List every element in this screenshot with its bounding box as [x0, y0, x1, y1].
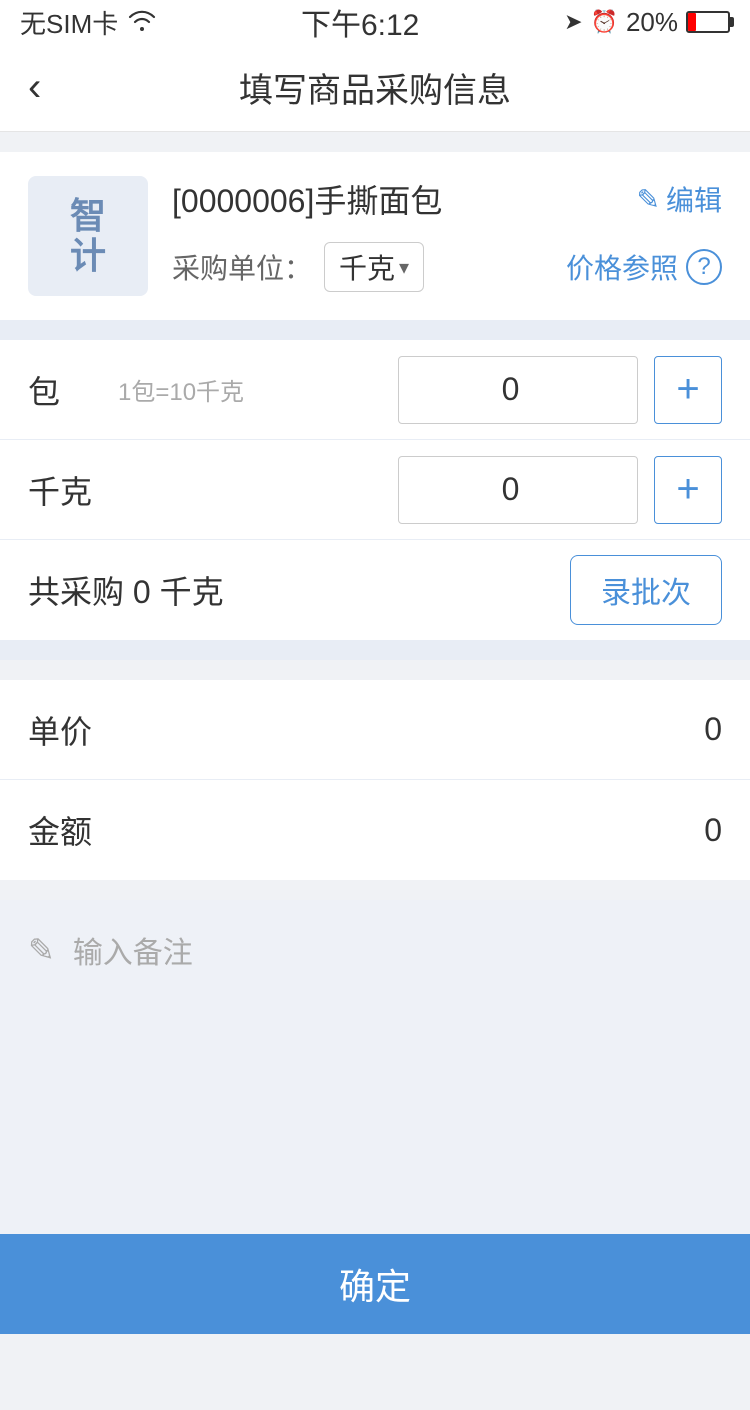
- nav-bar: ‹ 填写商品采购信息: [0, 44, 750, 132]
- bag-quantity-input[interactable]: [398, 356, 638, 424]
- unit-dropdown-arrow: ▾: [399, 255, 409, 280]
- kg-quantity-row: 千克 +: [0, 440, 750, 540]
- bag-label: 包: [28, 367, 108, 413]
- unit-selector[interactable]: 千克 ▾: [324, 242, 424, 292]
- product-name: [0000006]手撕面包: [172, 176, 442, 222]
- bag-input-controls: +: [398, 356, 722, 424]
- page-title: 填写商品采购信息: [239, 63, 511, 112]
- batch-button[interactable]: 录批次: [570, 555, 722, 625]
- unit-price-value: 0: [704, 711, 722, 748]
- kg-plus-button[interactable]: +: [654, 456, 722, 524]
- bag-sublabel: 1包=10千克: [118, 372, 244, 407]
- battery-icon: [686, 11, 730, 33]
- back-button[interactable]: ‹: [28, 65, 41, 110]
- price-ref-help-icon: ?: [686, 249, 722, 285]
- battery-percent: 20%: [626, 7, 678, 38]
- gps-icon: ➤: [564, 9, 582, 35]
- edit-label: 编辑: [666, 179, 722, 219]
- remark-input-placeholder: 输入备注: [73, 928, 193, 972]
- wifi-icon: [128, 7, 156, 38]
- product-name-row: [0000006]手撕面包 ✎ 编辑: [172, 176, 722, 222]
- kg-input-controls: +: [398, 456, 722, 524]
- status-time: 下午6:12: [301, 0, 419, 44]
- status-left: 无SIM卡: [20, 4, 156, 41]
- unit-price-label: 单价: [28, 707, 92, 753]
- unit-label: 采购单位：: [172, 247, 312, 287]
- unit-price-row: 单价 0: [0, 680, 750, 780]
- quantity-input-section: 包 1包=10千克 + 千克 +: [0, 340, 750, 540]
- alarm-icon: ⏰: [591, 9, 618, 35]
- product-info: [0000006]手撕面包 ✎ 编辑 采购单位： 千克 ▾ 价格参照 ?: [172, 176, 722, 292]
- remark-section[interactable]: ✎ 输入备注: [0, 900, 750, 1000]
- unit-row: 采购单位： 千克 ▾ 价格参照 ?: [172, 242, 722, 292]
- product-card: 智 计 [0000006]手撕面包 ✎ 编辑 采购单位： 千克 ▾: [0, 152, 750, 320]
- amount-value: 0: [704, 812, 722, 849]
- summary-text: 共采购 0 千克: [28, 567, 224, 613]
- section-divider-1: [0, 320, 750, 340]
- kg-label: 千克: [28, 467, 108, 513]
- confirm-bar[interactable]: 确定: [0, 1234, 750, 1334]
- price-section: 单价 0 金额 0: [0, 680, 750, 880]
- amount-row: 金额 0: [0, 780, 750, 880]
- price-ref-button[interactable]: 价格参照 ?: [566, 247, 722, 287]
- price-ref-label: 价格参照: [566, 247, 678, 287]
- bag-quantity-row: 包 1包=10千克 +: [0, 340, 750, 440]
- confirm-button-label: 确定: [339, 1258, 411, 1310]
- amount-label: 金额: [28, 807, 92, 853]
- product-logo: 智 计: [70, 196, 106, 275]
- kg-quantity-input[interactable]: [398, 456, 638, 524]
- edit-icon: ✎: [637, 183, 660, 216]
- summary-row: 共采购 0 千克 录批次: [0, 540, 750, 640]
- edit-button[interactable]: ✎ 编辑: [637, 179, 722, 219]
- status-right: ➤ ⏰ 20%: [564, 7, 730, 38]
- section-divider-2: [0, 640, 750, 660]
- remark-icon: ✎: [28, 931, 55, 969]
- product-image: 智 计: [28, 176, 148, 296]
- bag-plus-button[interactable]: +: [654, 356, 722, 424]
- status-bar: 无SIM卡 下午6:12 ➤ ⏰ 20%: [0, 0, 750, 44]
- unit-value: 千克: [339, 247, 395, 287]
- carrier-text: 无SIM卡: [20, 4, 118, 41]
